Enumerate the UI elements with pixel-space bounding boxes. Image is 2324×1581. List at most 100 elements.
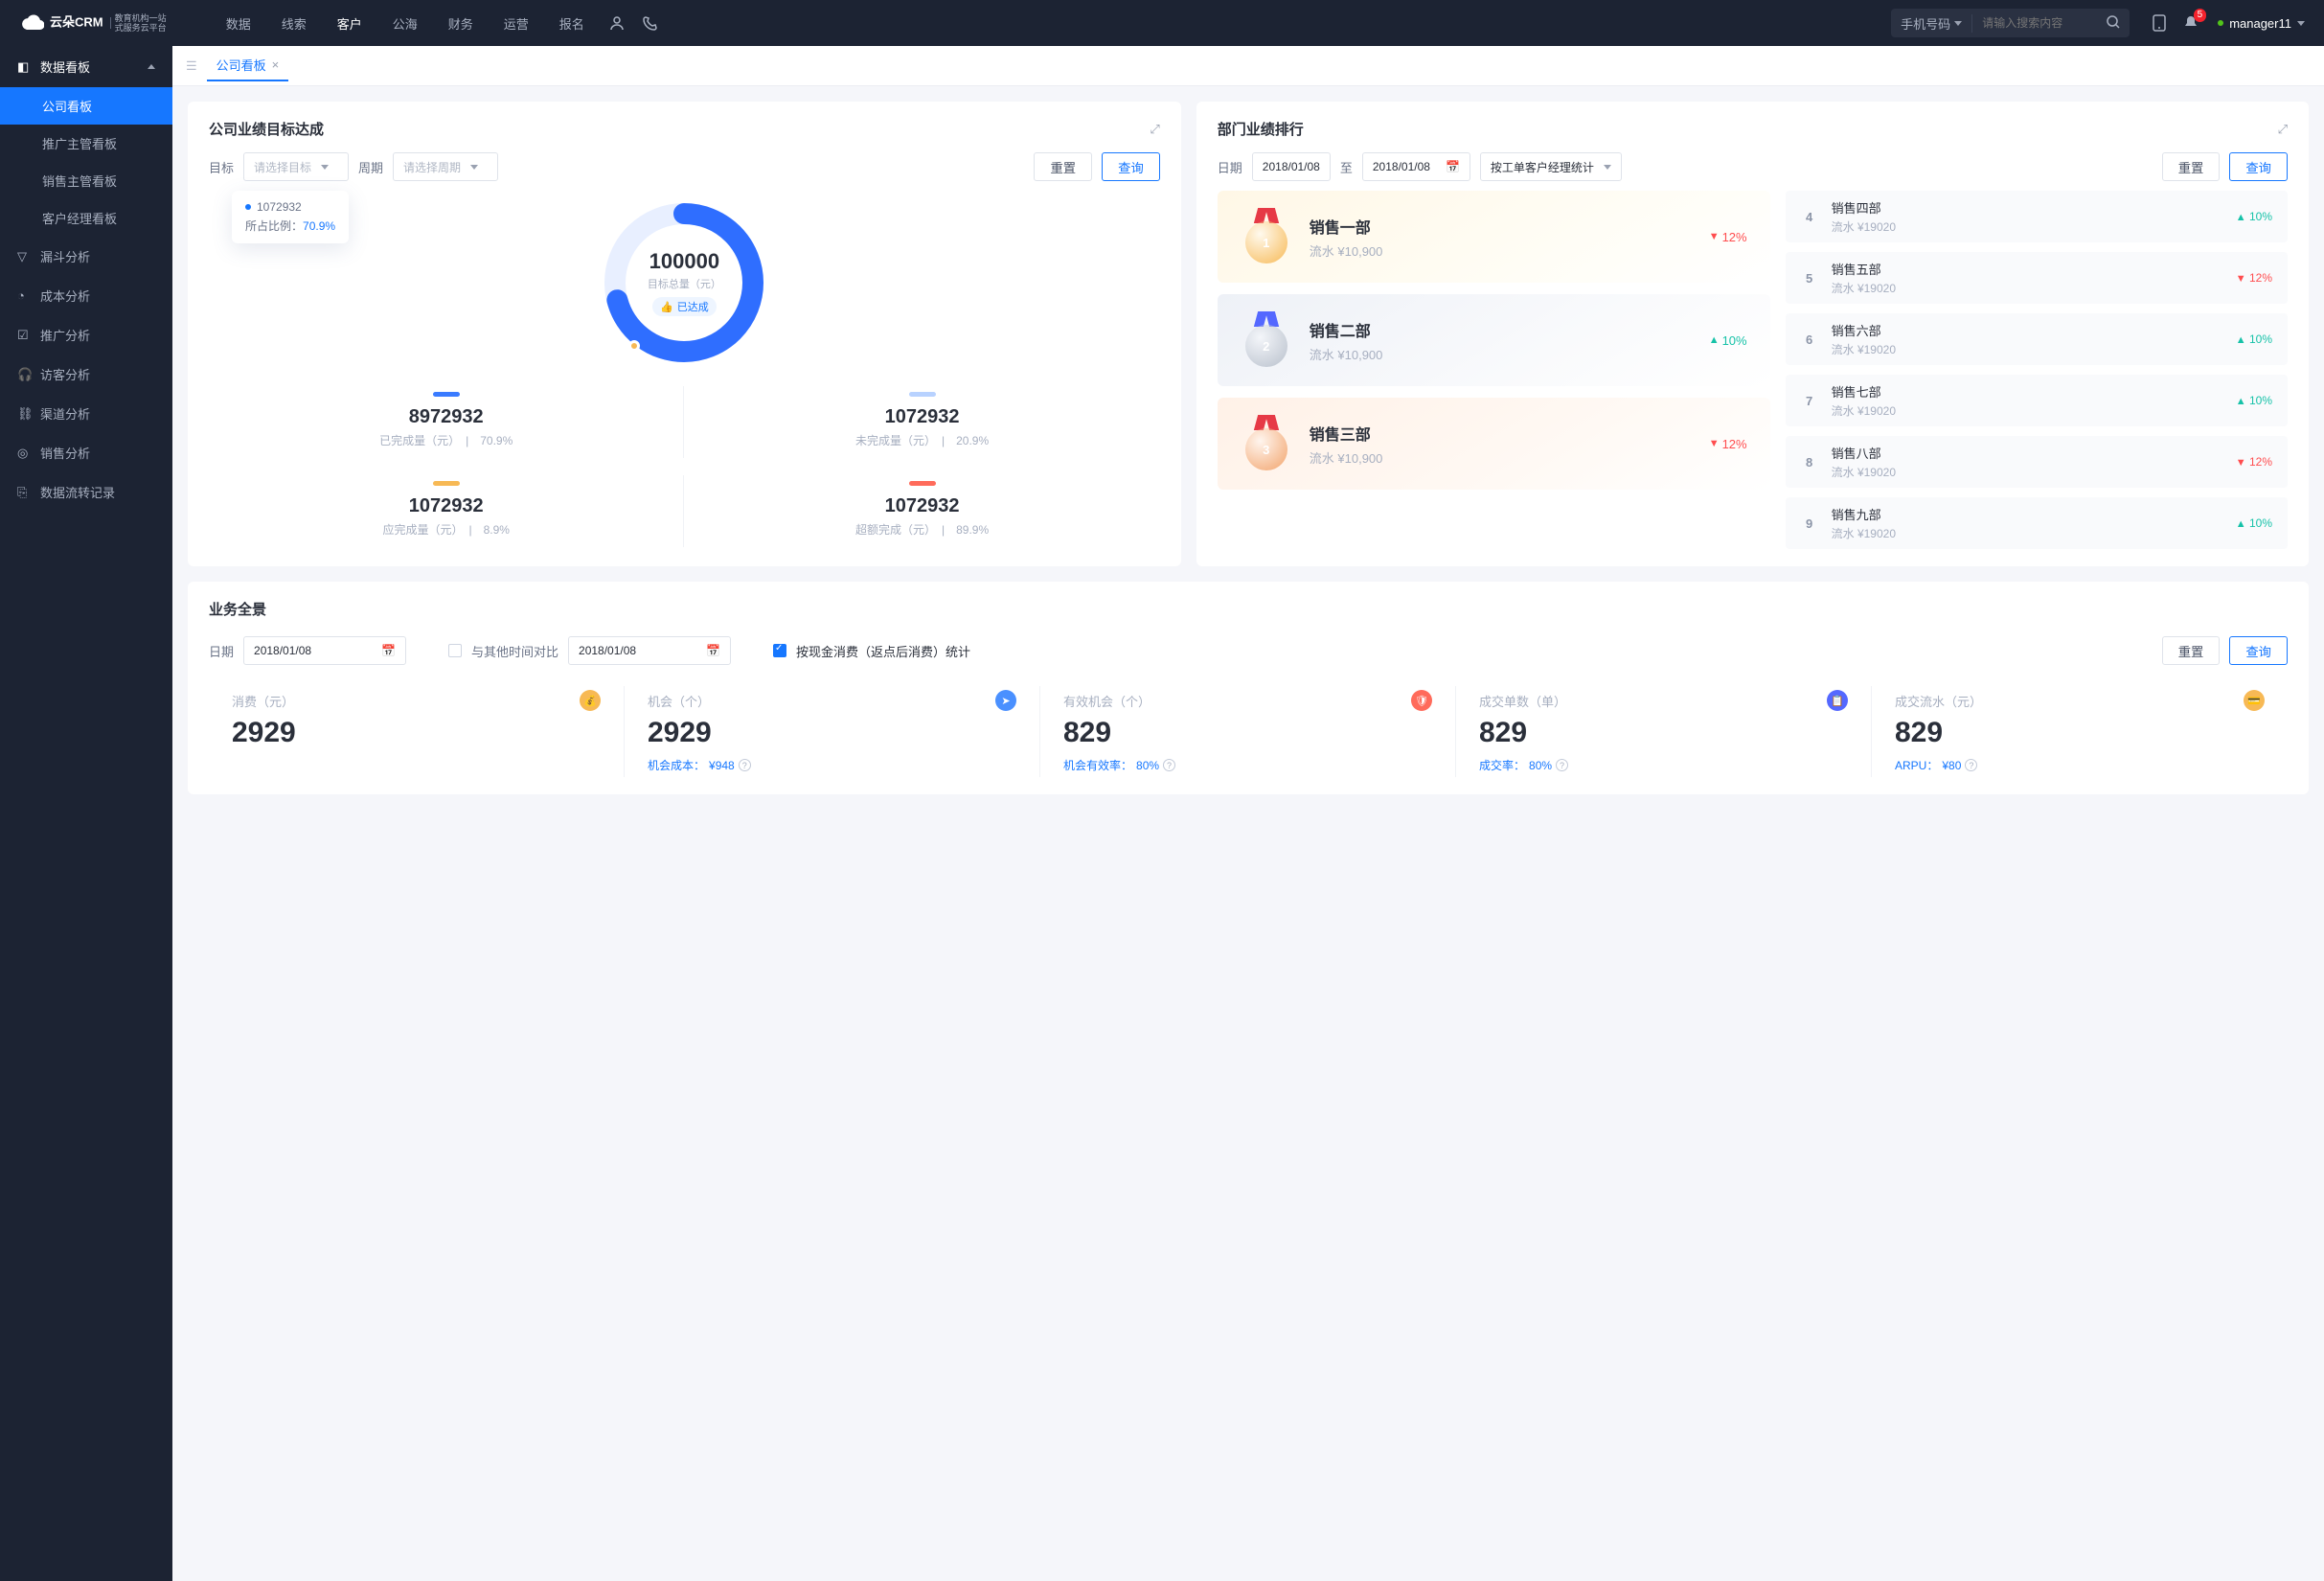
collapse-sidebar-icon[interactable]: ☰ (186, 58, 197, 74)
overview-date-input[interactable]: 2018/01/08📅 (243, 636, 406, 665)
metric-value: 1072932 (684, 495, 1159, 517)
query-button[interactable]: 查询 (1102, 152, 1160, 181)
stat-icon: 📋 (1827, 690, 1848, 711)
chevron-down-icon (1604, 165, 1611, 170)
query-button[interactable]: 查询 (2229, 636, 2288, 665)
sidebar-item[interactable]: ☑推广分析 (0, 315, 172, 355)
pct-change: ▲10% (1709, 333, 1747, 348)
select-placeholder: 请选择目标 (254, 159, 311, 175)
dept-name: 销售六部 (1832, 321, 1896, 339)
expand-icon[interactable]: ⤢ (2278, 122, 2288, 137)
stat-item: 成交单数（单）📋829成交率：80% ? (1456, 686, 1872, 777)
reset-button[interactable]: 重置 (2162, 636, 2221, 665)
expand-icon[interactable]: ⤢ (1150, 122, 1159, 137)
query-button[interactable]: 查询 (2229, 152, 2288, 181)
user-menu[interactable]: manager11 (2218, 16, 2305, 31)
panel-title: 部门业绩排行 (1218, 119, 1304, 139)
help-icon[interactable]: ? (1556, 759, 1568, 771)
topbar: 云朵CRM 教育机构一站 式服务云平台 数据线索客户公海财务运营报名 手机号码 … (0, 0, 2324, 46)
date-to-input[interactable]: 2018/01/08📅 (1362, 152, 1470, 181)
search-button[interactable] (2097, 15, 2130, 32)
dept-amount: 流水 ¥10,900 (1310, 448, 1383, 467)
chevron-down-icon (470, 165, 478, 170)
dept-name: 销售三部 (1310, 422, 1383, 445)
compare-date-input[interactable]: 2018/01/08📅 (568, 636, 731, 665)
sidebar-group-dashboard[interactable]: ◧数据看板 (0, 46, 172, 87)
sidebar-item[interactable]: ◎销售分析 (0, 433, 172, 472)
panel-title: 业务全景 (209, 599, 266, 619)
search-input[interactable] (1972, 16, 2097, 30)
topnav-item[interactable]: 运营 (502, 11, 531, 36)
help-icon[interactable]: ? (739, 759, 751, 771)
tooltip-value: 1072932 (257, 200, 302, 214)
date-from-input[interactable]: 2018/01/08 (1252, 152, 1331, 181)
topnav-item[interactable]: 财务 (446, 11, 475, 36)
sidebar-item[interactable]: ▽漏斗分析 (0, 237, 172, 276)
mobile-icon[interactable] (2153, 14, 2166, 32)
status-dot-icon (2218, 20, 2223, 26)
stat-item: 有效机会（个）🛡829机会有效率：80% ? (1040, 686, 1456, 777)
tab-company-dashboard[interactable]: 公司看板 × (207, 50, 289, 81)
stat-icon: 💳 (2244, 690, 2265, 711)
status-text: 已达成 (677, 299, 709, 314)
sidebar-item[interactable]: 客户经理看板 (0, 199, 172, 237)
search-bar: 手机号码 (1891, 9, 2130, 37)
filter-label: 周期 (358, 158, 383, 176)
stat-footer: 机会成本：¥948 ? (648, 757, 1016, 773)
close-tab-icon[interactable]: × (272, 57, 280, 72)
metric-tick-icon (433, 392, 460, 397)
search-type-label: 手机号码 (1901, 14, 1950, 33)
person-icon[interactable] (609, 15, 625, 31)
reset-button[interactable]: 重置 (2162, 152, 2221, 181)
stat-label: 成交单数（单） (1479, 692, 1566, 710)
rank-row: 4销售四部流水 ¥19020▲ 10% (1786, 191, 2288, 242)
search-type-select[interactable]: 手机号码 (1891, 14, 1972, 33)
chart-tooltip: 1072932 所占比例：70.9% (232, 191, 349, 243)
sidebar-group-title: 数据看板 (40, 57, 90, 76)
dept-name: 销售一部 (1310, 215, 1383, 238)
dept-amount: 流水 ¥10,900 (1310, 241, 1383, 260)
sidebar-item[interactable]: 🎧访客分析 (0, 355, 172, 394)
target-select[interactable]: 请选择目标 (243, 152, 349, 181)
tooltip-ratio-label: 所占比例： (245, 219, 303, 233)
help-icon[interactable]: ? (1965, 759, 1977, 771)
dept-amount: 流水 ¥19020 (1832, 341, 1896, 357)
sidebar-item[interactable]: ⛓渠道分析 (0, 394, 172, 433)
stat-label: 机会（个） (648, 692, 710, 710)
pct-change: ▼12% (1709, 230, 1747, 244)
period-select[interactable]: 请选择周期 (393, 152, 498, 181)
topnav-item[interactable]: 公海 (391, 11, 420, 36)
rank-number: 5 (1801, 271, 1818, 286)
compare-checkbox[interactable] (448, 644, 462, 657)
help-icon[interactable]: ? (1163, 759, 1175, 771)
chevron-down-icon (1954, 21, 1962, 26)
sidebar-icon: ◔ (17, 288, 31, 303)
topnav-item[interactable]: 线索 (280, 11, 308, 36)
topnav-item[interactable]: 数据 (224, 11, 253, 36)
reset-button[interactable]: 重置 (1034, 152, 1092, 181)
medal-icon: 2 (1241, 311, 1292, 369)
groupby-select[interactable]: 按工单客户经理统计 (1480, 152, 1622, 181)
sidebar-item[interactable]: 推广主管看板 (0, 125, 172, 162)
metric-label: 超额完成（元） | 89.9% (684, 521, 1159, 538)
calendar-icon: 📅 (381, 644, 396, 657)
notifications-button[interactable]: 5 (2183, 14, 2199, 33)
tooltip-ratio: 70.9% (303, 219, 335, 233)
select-placeholder: 请选择周期 (403, 159, 461, 175)
topnav-item[interactable]: 客户 (335, 11, 364, 36)
sidebar-item[interactable]: 销售主管看板 (0, 162, 172, 199)
rank-number: 6 (1801, 332, 1818, 347)
sidebar-item[interactable]: ◔成本分析 (0, 276, 172, 315)
cash-option-checkbox[interactable] (773, 644, 786, 657)
sidebar-icon: ⎘ (17, 485, 31, 500)
stat-item: 机会（个）➤2929机会成本：¥948 ? (625, 686, 1040, 777)
sidebar-item[interactable]: ⎘数据流转记录 (0, 472, 172, 512)
rank-row: 7销售七部流水 ¥19020▲ 10% (1786, 375, 2288, 426)
metric-value: 1072932 (684, 406, 1159, 428)
pct-change: ▲ 10% (2236, 332, 2272, 346)
sidebar-item[interactable]: 公司看板 (0, 87, 172, 125)
topnav-item[interactable]: 报名 (558, 11, 586, 36)
phone-icon[interactable] (642, 15, 657, 31)
metric-value: 1072932 (209, 495, 683, 517)
search-icon (2107, 15, 2120, 29)
